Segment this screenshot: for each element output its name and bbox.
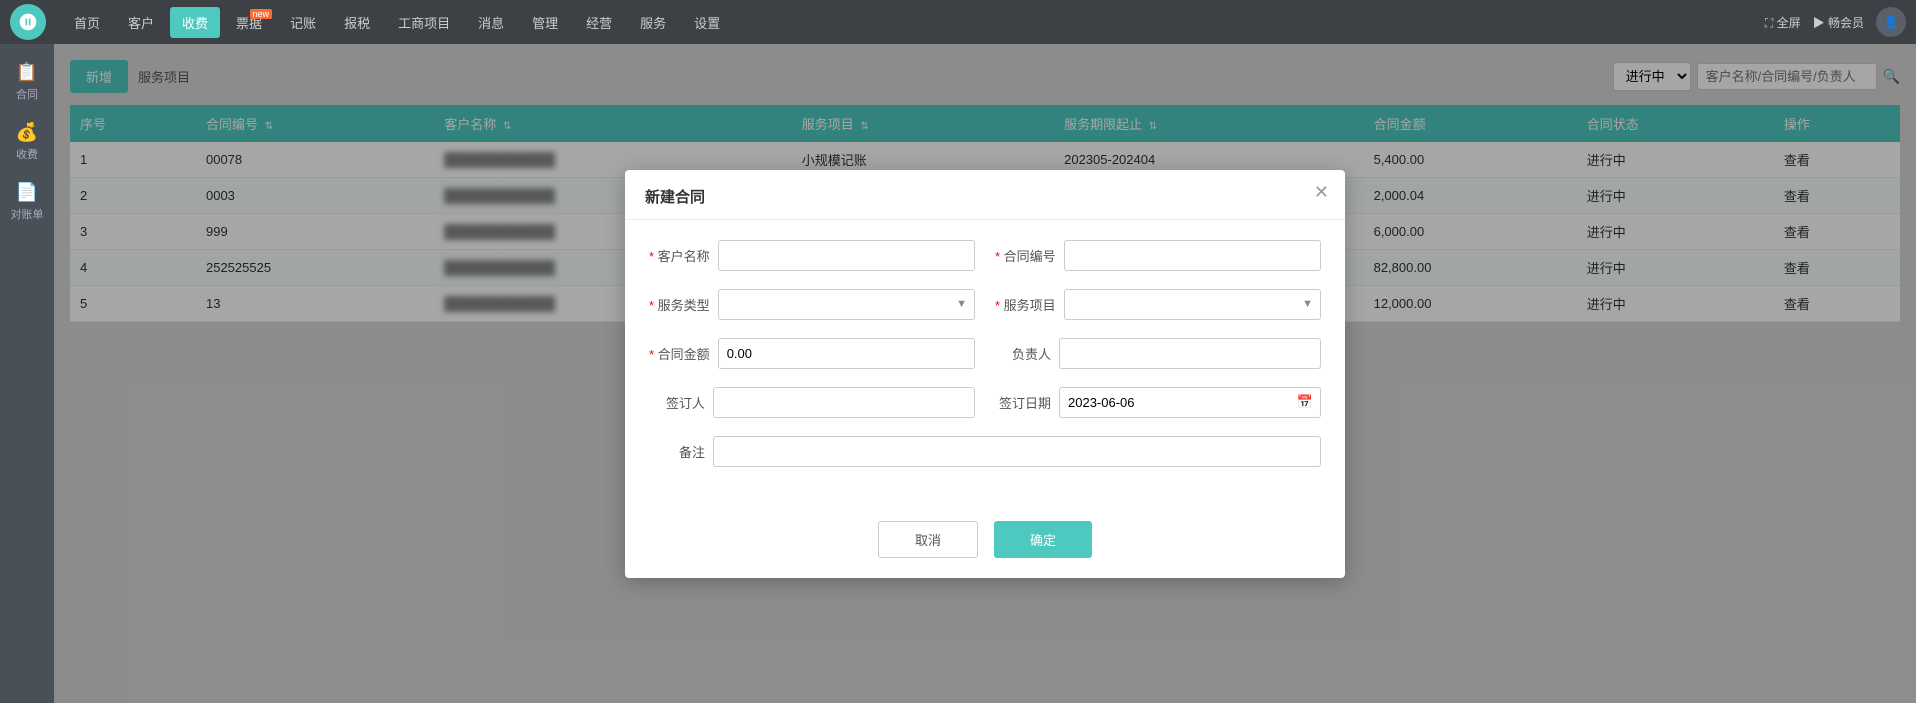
service-item-select[interactable] <box>1064 289 1321 320</box>
contract-no-label: 合同编号 <box>995 246 1056 265</box>
form-group-customer: 客户名称 <box>649 240 975 271</box>
service-type-select-wrapper: ▼ <box>718 289 975 320</box>
sidebar-label-contract: 合同 <box>16 86 38 102</box>
form-group-remark: 备注 <box>649 436 1321 467</box>
contract-amount-input[interactable] <box>718 338 975 369</box>
form-group-sign-date: 签订日期 📅 <box>995 387 1321 418</box>
nav-menu: 首页 客户 收费 票据 new 记账 报税 工商项目 消息 管理 经营 服务 设… <box>62 7 1765 38</box>
form-group-service-type: 服务类型 ▼ <box>649 289 975 320</box>
form-row-4: 签订人 签订日期 📅 <box>649 387 1321 418</box>
sign-date-wrapper: 📅 <box>1059 387 1321 418</box>
fullscreen-btn[interactable]: ⛶ 全屏 <box>1765 14 1801 31</box>
sidebar: 📋 合同 💰 收费 📄 对账单 <box>0 44 54 703</box>
form-group-amount: 合同金额 <box>649 338 975 369</box>
nav-manage[interactable]: 管理 <box>520 7 570 38</box>
form-group-responsible: 负责人 <box>995 338 1321 369</box>
sign-date-label: 签订日期 <box>995 393 1051 412</box>
customer-name-label: 客户名称 <box>649 246 710 265</box>
nav-customer[interactable]: 客户 <box>116 7 166 38</box>
form-row-1: 客户名称 合同编号 <box>649 240 1321 271</box>
billing-icon: 💰 <box>16 122 38 143</box>
contract-no-input[interactable] <box>1064 240 1321 271</box>
contract-icon: 📋 <box>16 62 38 83</box>
remark-label: 备注 <box>649 442 705 461</box>
new-contract-modal: 新建合同 ✕ 客户名称 合同编号 <box>625 170 1345 578</box>
statement-icon: 📄 <box>16 182 38 203</box>
top-navigation: 首页 客户 收费 票据 new 记账 报税 工商项目 消息 管理 经营 服务 设… <box>0 0 1916 44</box>
modal-footer: 取消 确定 <box>625 505 1345 578</box>
modal-title: 新建合同 <box>625 170 1345 220</box>
signer-label: 签订人 <box>649 393 705 412</box>
service-type-label: 服务类型 <box>649 295 710 314</box>
cancel-button[interactable]: 取消 <box>878 521 978 558</box>
sidebar-item-statement[interactable]: 📄 对账单 <box>3 174 51 230</box>
sidebar-label-billing: 收费 <box>16 146 38 162</box>
signer-input[interactable] <box>713 387 975 418</box>
nav-business[interactable]: 工商项目 <box>386 7 462 38</box>
form-row-3: 合同金额 负责人 <box>649 338 1321 369</box>
nav-home[interactable]: 首页 <box>62 7 112 38</box>
app-logo[interactable] <box>10 4 46 40</box>
sidebar-item-contract[interactable]: 📋 合同 <box>3 54 51 110</box>
service-type-select[interactable] <box>718 289 975 320</box>
responsible-label: 负责人 <box>995 344 1051 363</box>
nav-invoice[interactable]: 票据 new <box>224 7 274 38</box>
modal-close-button[interactable]: ✕ <box>1314 182 1329 203</box>
content-area: 新增 服务项目 进行中 已完成 已终止 🔍 序号 合同编号 ⇅ <box>54 44 1916 703</box>
avatar[interactable]: 👤 <box>1876 7 1906 37</box>
form-group-service-item: 服务项目 ▼ <box>995 289 1321 320</box>
sidebar-item-billing[interactable]: 💰 收费 <box>3 114 51 170</box>
main-layout: 📋 合同 💰 收费 📄 对账单 新增 服务项目 进行中 已完成 已终止 🔍 <box>0 44 1916 703</box>
sidebar-label-statement: 对账单 <box>11 206 44 222</box>
modal-body: 客户名称 合同编号 服务类型 <box>625 220 1345 505</box>
nav-settings[interactable]: 设置 <box>682 7 732 38</box>
form-row-2: 服务类型 ▼ 服务项目 <box>649 289 1321 320</box>
top-nav-right: ⛶ 全屏 ▶ 畅会员 👤 <box>1765 7 1906 37</box>
nav-message[interactable]: 消息 <box>466 7 516 38</box>
form-group-signer: 签订人 <box>649 387 975 418</box>
nav-tax[interactable]: 报税 <box>332 7 382 38</box>
contract-amount-label: 合同金额 <box>649 344 710 363</box>
sign-date-input[interactable] <box>1059 387 1321 418</box>
responsible-input[interactable] <box>1059 338 1321 369</box>
service-item-label: 服务项目 <box>995 295 1056 314</box>
remark-input[interactable] <box>713 436 1321 467</box>
nav-billing[interactable]: 收费 <box>170 7 220 38</box>
form-group-contract-no: 合同编号 <box>995 240 1321 271</box>
modal-overlay: 新建合同 ✕ 客户名称 合同编号 <box>54 44 1916 703</box>
nav-operation[interactable]: 经营 <box>574 7 624 38</box>
form-row-5: 备注 <box>649 436 1321 467</box>
confirm-button[interactable]: 确定 <box>994 521 1092 558</box>
member-btn[interactable]: ▶ 畅会员 <box>1813 14 1864 31</box>
nav-service[interactable]: 服务 <box>628 7 678 38</box>
nav-bookkeeping[interactable]: 记账 <box>278 7 328 38</box>
new-badge: new <box>250 9 273 19</box>
customer-name-input[interactable] <box>718 240 975 271</box>
calendar-icon: 📅 <box>1297 394 1313 410</box>
service-item-select-wrapper: ▼ <box>1064 289 1321 320</box>
